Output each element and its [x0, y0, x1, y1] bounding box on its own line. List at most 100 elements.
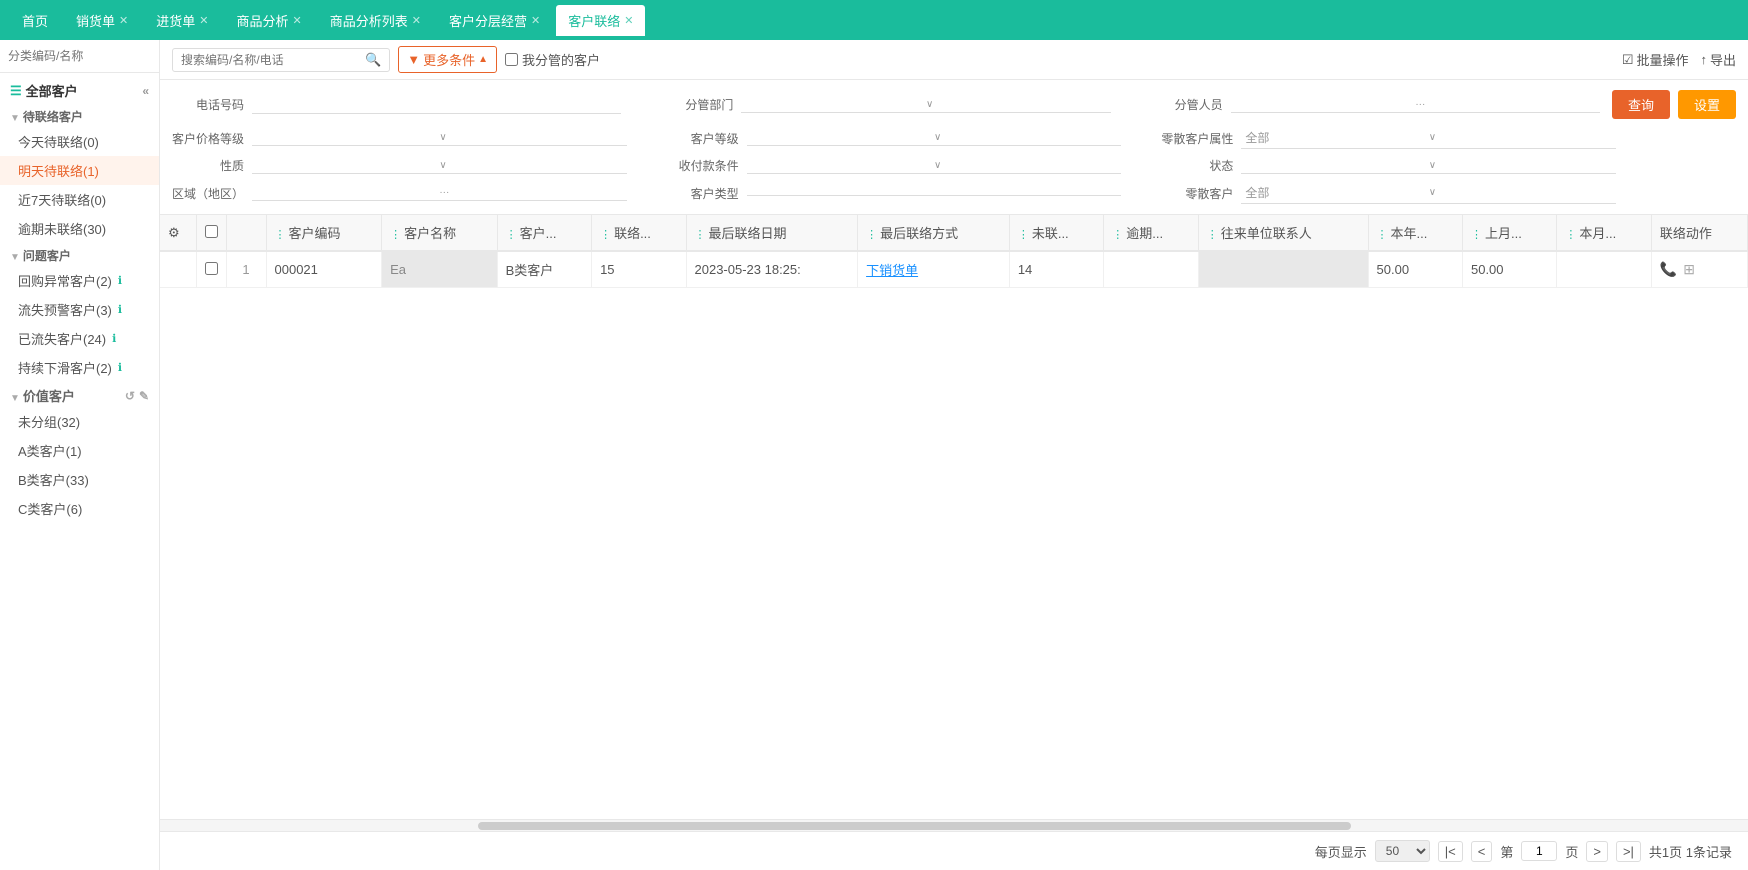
col-overdue[interactable]: ⋮逾期...	[1104, 215, 1198, 251]
nav-purchase-close[interactable]: ✕	[199, 14, 208, 27]
filter-status: 状态 ∨	[1161, 157, 1616, 174]
value-refresh-icon[interactable]: ↺	[125, 389, 135, 403]
col-code[interactable]: ⋮客户编码	[266, 215, 382, 251]
status-arrow: ∨	[1429, 160, 1612, 171]
sidebar-item-lost[interactable]: 已流失客户(24) ℹ	[0, 324, 159, 353]
filter-retail-attr-select[interactable]: 全部 ∨	[1241, 127, 1616, 149]
data-table-wrap: ⚙ ⋮客户编码 ⋮客户名称 ⋮客户... ⋮联络... ⋮最后联络日期 ⋮最后联…	[160, 215, 1748, 819]
sidebar-all-customers[interactable]: ☰ 全部客户 «	[0, 73, 159, 104]
nav-customer-contact-close[interactable]: ✕	[624, 14, 633, 27]
sidebar-item-type-b[interactable]: B类客户(33)	[0, 465, 159, 494]
search-input[interactable]	[181, 53, 361, 67]
nav-home[interactable]: 首页	[10, 5, 60, 36]
page-number-input[interactable]	[1521, 841, 1557, 861]
filter-dept-select[interactable]: ∨	[741, 97, 1110, 113]
col-not-contacted[interactable]: ⋮未联...	[1009, 215, 1103, 251]
per-page-select[interactable]: 50 100 200	[1375, 840, 1430, 862]
nav-sales[interactable]: 销货单 ✕	[64, 5, 140, 36]
col-last-contact-method[interactable]: ⋮最后联络方式	[858, 215, 1010, 251]
sidebar-item-declining[interactable]: 持续下滑客户(2) ℹ	[0, 353, 159, 382]
nav-purchase[interactable]: 进货单 ✕	[144, 5, 220, 36]
col-contact-person[interactable]: ⋮往来单位联系人	[1198, 215, 1368, 251]
nav-customer-contact[interactable]: 客户联络 ✕	[556, 5, 645, 36]
filter-person: 分管人员 ···	[1151, 96, 1600, 113]
nav-sales-label: 销货单	[76, 11, 115, 30]
sidebar-search-input[interactable]	[8, 49, 160, 63]
filter-retail-customer-select[interactable]: 全部 ∨	[1241, 182, 1616, 204]
price-level-arrow: ∨	[439, 132, 622, 143]
nav-customer-tier-label: 客户分层经营	[449, 11, 527, 30]
nav-product-analysis-close[interactable]: ✕	[293, 14, 302, 27]
sidebar-collapse-icon[interactable]: «	[142, 84, 149, 98]
nav-customer-contact-label: 客户联络	[568, 11, 620, 30]
value-edit-icon[interactable]: ✎	[139, 389, 149, 403]
cell-checkbox[interactable]	[196, 251, 226, 288]
sidebar-item-today[interactable]: 今天待联络(0)	[0, 127, 159, 156]
sidebar-item-tomorrow[interactable]: 明天待联络(1)	[0, 156, 159, 185]
sidebar-problem-header[interactable]: ▼问题客户	[0, 243, 159, 266]
batch-op-checkbox-icon: ☑	[1622, 52, 1634, 68]
sidebar-item-type-c[interactable]: C类客户(6)	[0, 494, 159, 523]
sidebar-item-7days[interactable]: 近7天待联络(0)	[0, 185, 159, 214]
cell-not-contacted: 14	[1009, 251, 1103, 288]
cell-last-contact-method[interactable]: 下销货单	[858, 251, 1010, 288]
col-customer-type[interactable]: ⋮客户...	[497, 215, 591, 251]
my-customers-checkbox[interactable]	[505, 53, 518, 66]
nav-product-analysis-label: 商品分析	[236, 11, 288, 30]
col-this-month[interactable]: ⋮本月...	[1557, 215, 1651, 251]
nav-product-analysis-list[interactable]: 商品分析列表 ✕	[318, 5, 433, 36]
col-no	[226, 215, 266, 251]
nav-home-label: 首页	[22, 11, 48, 30]
batch-op-btn[interactable]: ☑ 批量操作	[1622, 50, 1689, 69]
nav-product-analysis[interactable]: 商品分析 ✕	[224, 5, 313, 36]
my-customers-toggle[interactable]: 我分管的客户	[505, 50, 600, 69]
col-settings[interactable]: ⚙	[160, 215, 196, 251]
filter-nature-select[interactable]: ∨	[252, 158, 627, 174]
export-btn[interactable]: ↑ 导出	[1700, 50, 1736, 69]
filter-person-select[interactable]: ···	[1231, 97, 1600, 113]
filter-status-select[interactable]: ∨	[1241, 158, 1616, 174]
col-last-contact-date[interactable]: ⋮最后联络日期	[686, 215, 858, 251]
more-conditions-btn[interactable]: ▼ 更多条件 ▲	[398, 46, 497, 73]
filter-row-3: 性质 ∨ 收付款条件 ∨ 状态	[172, 157, 1736, 174]
col-this-year[interactable]: ⋮本年...	[1368, 215, 1462, 251]
filter-dept-label: 分管部门	[661, 96, 741, 113]
sidebar-pending-header[interactable]: ▼待联络客户	[0, 104, 159, 127]
sidebar-item-loss-warning[interactable]: 流失预警客户(3) ℹ	[0, 295, 159, 324]
sidebar-item-type-a[interactable]: A类客户(1)	[0, 436, 159, 465]
filter-price-level-select[interactable]: ∨	[252, 130, 627, 146]
retail-attr-arrow: ∨	[1429, 132, 1612, 143]
next-page-btn[interactable]: >	[1586, 841, 1608, 862]
select-all-checkbox[interactable]	[205, 225, 218, 238]
sidebar-item-ungrouped[interactable]: 未分组(32)	[0, 407, 159, 436]
action-grid-icon[interactable]: ⊞	[1683, 261, 1695, 278]
filter-phone-input[interactable]	[252, 95, 621, 114]
horizontal-scrollbar[interactable]	[160, 819, 1748, 831]
filter-row-4: 区域（地区） ··· 客户类型 零散客户	[172, 182, 1736, 204]
first-page-btn[interactable]: |<	[1438, 841, 1463, 862]
info-icon-declining: ℹ	[118, 361, 122, 374]
filter-customer-type-select[interactable]	[747, 191, 1122, 196]
setting-button[interactable]: 设置	[1678, 90, 1736, 119]
sidebar-value-header[interactable]: ▼价值客户 ↺ ✎	[0, 382, 159, 407]
col-contact[interactable]: ⋮联络...	[592, 215, 686, 251]
cell-settings	[160, 251, 196, 288]
nav-customer-tier-close[interactable]: ✕	[531, 14, 540, 27]
filter-customer-level-select[interactable]: ∨	[747, 130, 1122, 146]
scrollbar-thumb[interactable]	[478, 822, 1351, 830]
filter-payment-select[interactable]: ∨	[747, 158, 1122, 174]
sidebar-item-overdue[interactable]: 逾期未联络(30)	[0, 214, 159, 243]
nav-sales-close[interactable]: ✕	[119, 14, 128, 27]
filter-region-select[interactable]: ···	[252, 185, 627, 201]
nav-customer-tier[interactable]: 客户分层经营 ✕	[437, 5, 552, 36]
col-name[interactable]: ⋮客户名称	[382, 215, 498, 251]
sidebar-item-repurchase-abnormal[interactable]: 回购异常客户(2) ℹ	[0, 266, 159, 295]
search-icon[interactable]: 🔍	[365, 52, 381, 68]
nav-product-analysis-list-close[interactable]: ✕	[412, 14, 421, 27]
query-button[interactable]: 查询	[1612, 90, 1670, 119]
action-phone-icon[interactable]: 📞	[1660, 261, 1677, 278]
filter-payment: 收付款条件 ∨	[667, 157, 1122, 174]
last-page-btn[interactable]: >|	[1616, 841, 1641, 862]
col-last-month[interactable]: ⋮上月...	[1462, 215, 1556, 251]
prev-page-btn[interactable]: <	[1471, 841, 1493, 862]
